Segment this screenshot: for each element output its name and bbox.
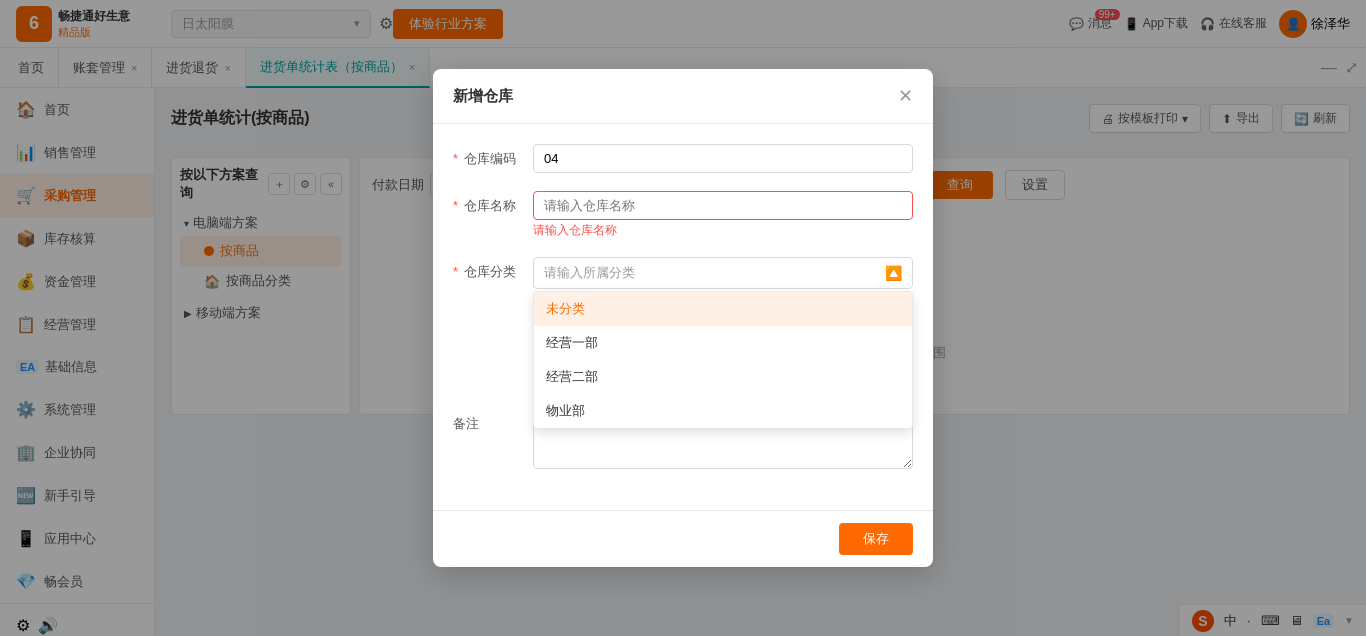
code-input[interactable]: [533, 144, 913, 173]
form-control-code: [533, 144, 913, 173]
modal-overlay[interactable]: 新增仓库 ✕ * 仓库编码 * 仓库名称: [0, 0, 1366, 636]
category-dropdown[interactable]: 请输入所属分类 🔼: [533, 257, 913, 289]
dropdown-option-property[interactable]: 物业部: [534, 394, 912, 428]
dropdown-option-dept2[interactable]: 经营二部: [534, 360, 912, 394]
name-error-msg: 请输入仓库名称: [533, 222, 913, 239]
form-label-name: * 仓库名称: [453, 191, 533, 215]
modal-header: 新增仓库 ✕: [433, 69, 933, 124]
modal-title: 新增仓库: [453, 87, 513, 106]
dropdown-arrow-up-icon: 🔼: [885, 265, 902, 281]
dropdown-option-unclassified[interactable]: 未分类: [534, 292, 912, 326]
form-label-category: * 仓库分类: [453, 257, 533, 281]
modal-footer: 保存: [433, 510, 933, 567]
category-dropdown-list: 未分类 经营一部 经营二部 物业部: [533, 291, 913, 429]
form-row-category: * 仓库分类 请输入所属分类 🔼 未分类 经营一部 经营二部 物业部: [453, 257, 913, 289]
save-button[interactable]: 保存: [839, 523, 913, 555]
form-label-note: 备注: [453, 409, 533, 433]
modal-body: * 仓库编码 * 仓库名称 请输入仓库名称: [433, 124, 933, 510]
dropdown-option-dept1[interactable]: 经营一部: [534, 326, 912, 360]
form-control-category: 请输入所属分类 🔼 未分类 经营一部 经营二部 物业部: [533, 257, 913, 289]
form-row-name: * 仓库名称 请输入仓库名称: [453, 191, 913, 239]
form-row-code: * 仓库编码: [453, 144, 913, 173]
form-control-name: 请输入仓库名称: [533, 191, 913, 239]
modal-new-warehouse: 新增仓库 ✕ * 仓库编码 * 仓库名称: [433, 69, 933, 567]
modal-close-button[interactable]: ✕: [898, 85, 913, 107]
form-label-code: * 仓库编码: [453, 144, 533, 168]
name-input[interactable]: [533, 191, 913, 220]
